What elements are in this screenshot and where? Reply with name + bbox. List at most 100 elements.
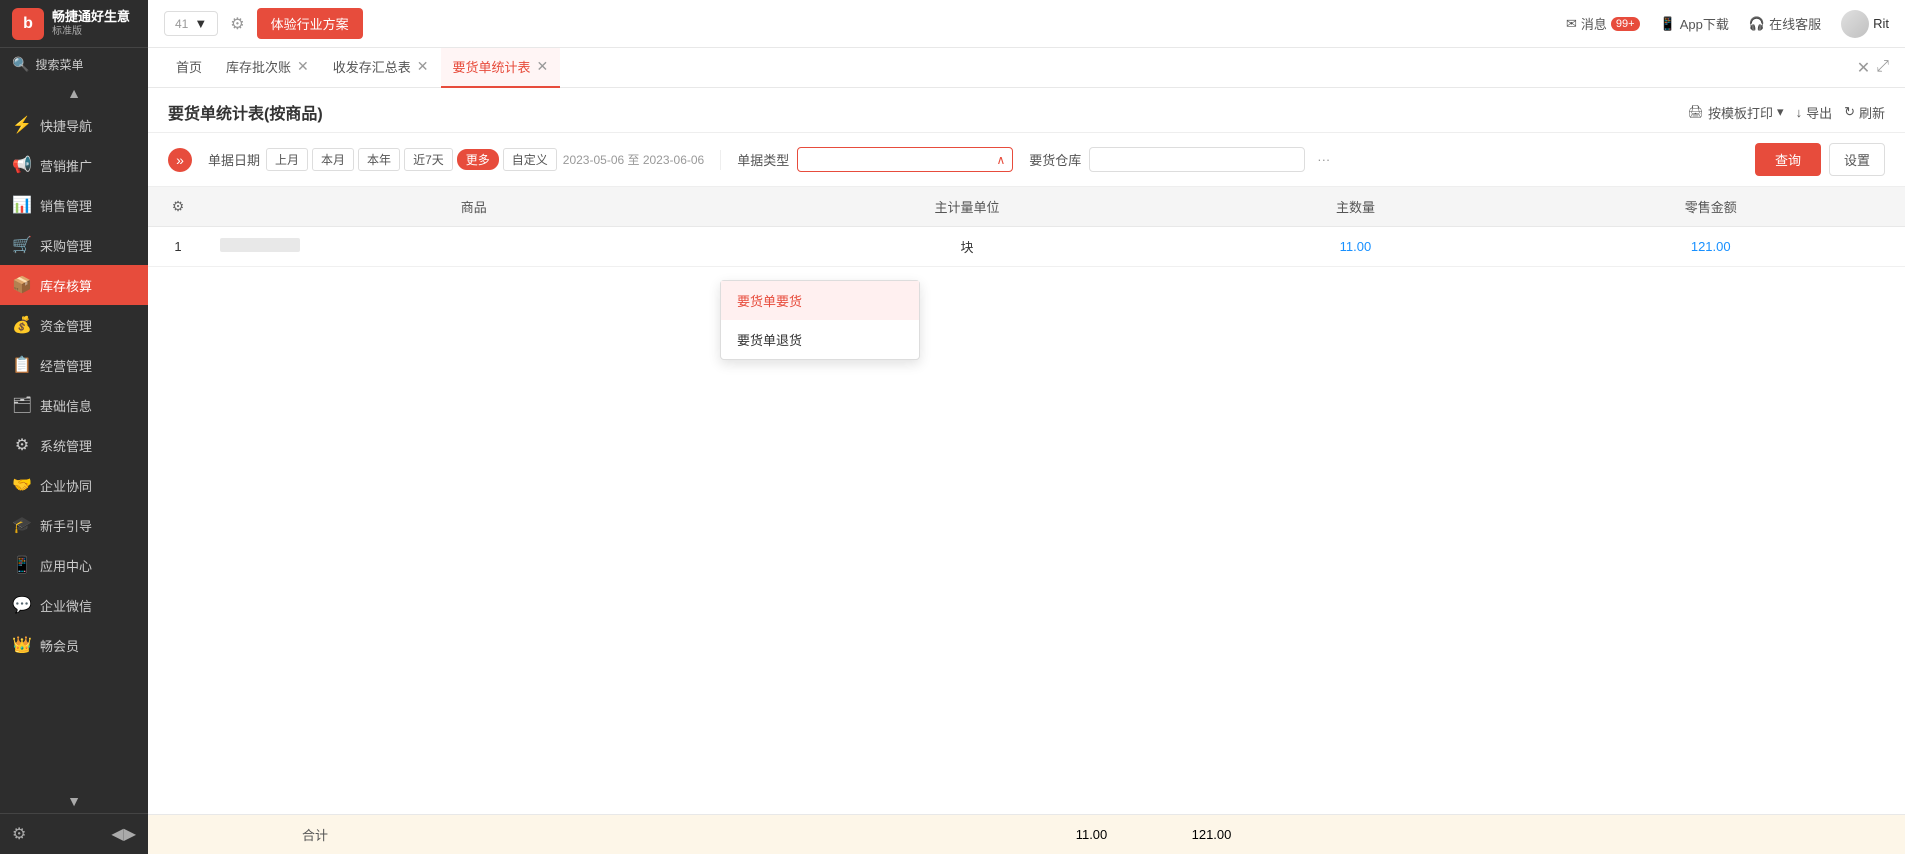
query-btn[interactable]: 查询: [1755, 143, 1821, 176]
tab-batch-account[interactable]: 库存批次账✕: [214, 48, 321, 88]
scroll-down-btn[interactable]: ▼: [0, 789, 148, 813]
tab-home[interactable]: 首页: [164, 48, 214, 88]
print-icon: 🖨: [1688, 104, 1705, 120]
table-header-row: ⚙ 商品 主计量单位 主数量 零售金额: [148, 187, 1905, 227]
date-btn-近7天[interactable]: 近7天: [404, 148, 453, 171]
sidebar-item-cooperation[interactable]: 🤝 企业协同: [0, 465, 148, 505]
app-download-action[interactable]: 📱 App下载: [1660, 14, 1729, 33]
online-service-action[interactable]: 🎧 在线客服: [1749, 14, 1821, 33]
export-btn[interactable]: ↓ 导出: [1796, 103, 1833, 122]
th-settings[interactable]: ⚙: [148, 187, 208, 227]
user-profile[interactable]: Rit: [1841, 10, 1889, 38]
sidebar-item-operations[interactable]: 📋 经营管理: [0, 345, 148, 385]
nav-icon-cooperation: 🤝: [12, 475, 32, 495]
nav-icon-wechat: 💬: [12, 595, 32, 615]
tabs-expand-icon[interactable]: ⤢: [1876, 58, 1889, 78]
filter-bar: » 单据日期 上月本月本年近7天更多自定义 2023-05-06 至 2023-…: [148, 133, 1905, 187]
expand-icon: »: [176, 152, 184, 168]
sidebar-item-quick-nav[interactable]: ⚡ 快捷导航: [0, 105, 148, 145]
tab-close-batch-account[interactable]: ✕: [297, 58, 309, 75]
footer-amount: 121.00: [1152, 827, 1272, 842]
messages-action[interactable]: ✉ 消息 99+: [1566, 14, 1640, 33]
nav-label-sales: 销售管理: [40, 196, 92, 215]
settings-gear-icon[interactable]: ⚙: [230, 14, 244, 34]
page-title: 要货单统计表(按商品): [168, 100, 323, 124]
store-selector[interactable]: 41 ▼: [164, 11, 218, 36]
scroll-down-icon: ▼: [67, 793, 81, 809]
column-settings-icon[interactable]: ⚙: [172, 198, 185, 214]
dropdown-item-order-return[interactable]: 要货单退货: [721, 320, 919, 359]
td-amount: 121.00: [1516, 227, 1905, 267]
td-product: [208, 227, 740, 267]
sidebar-item-basic[interactable]: 🗂 基础信息: [0, 385, 148, 425]
tabs-close-all-icon[interactable]: ✕: [1857, 58, 1870, 78]
sidebar-item-inventory[interactable]: 📦 库存核算: [0, 265, 148, 305]
tab-label-order-summary: 要货单统计表: [453, 57, 531, 76]
settings-icon[interactable]: ⚙: [12, 824, 26, 844]
nav-label-quick-nav: 快捷导航: [40, 116, 92, 135]
nav-label-inventory: 库存核算: [40, 276, 92, 295]
nav-icon-marketing: 📢: [12, 155, 32, 175]
sidebar-item-appstore[interactable]: 📱 应用中心: [0, 545, 148, 585]
tab-order-summary[interactable]: 要货单统计表 ✕: [441, 48, 561, 88]
sidebar-item-marketing[interactable]: 📢 营销推广: [0, 145, 148, 185]
table-head: ⚙ 商品 主计量单位 主数量 零售金额: [148, 187, 1905, 227]
scroll-up-btn[interactable]: ▲: [0, 81, 148, 105]
date-btn-本年[interactable]: 本年: [358, 148, 400, 171]
warehouse-filter-group: 要货仓库 ···: [1029, 147, 1330, 172]
nav-icon-appstore: 📱: [12, 555, 32, 575]
date-btn-上月[interactable]: 上月: [266, 148, 308, 171]
td-quantity: 11.00: [1194, 227, 1516, 267]
date-label: 单据日期: [208, 150, 260, 169]
date-filter-group: 单据日期 上月本月本年近7天更多自定义 2023-05-06 至 2023-06…: [208, 148, 704, 171]
th-unit: 主计量单位: [740, 187, 1195, 227]
date-btn-更多[interactable]: 更多: [457, 149, 499, 170]
nav-label-marketing: 营销推广: [40, 156, 92, 175]
app-icon: 📱: [1660, 16, 1676, 32]
topbar-right: ✉ 消息 99+ 📱 App下载 🎧 在线客服 Rit: [1566, 10, 1889, 38]
filter-divider: [720, 150, 721, 170]
sidebar-item-purchase[interactable]: 🛒 采购管理: [0, 225, 148, 265]
sidebar: b 畅捷通好生意 标准版 🔍 搜索菜单 ▲ ⚡ 快捷导航📢 营销推广📊 销售管理…: [0, 0, 148, 854]
scroll-up-icon: ▲: [67, 85, 81, 101]
nav-icon-basic: 🗂: [12, 395, 32, 415]
warehouse-more-icon[interactable]: ···: [1317, 152, 1330, 167]
tab-close-collection-summary[interactable]: ✕: [417, 58, 429, 75]
nav-label-guide: 新手引导: [40, 516, 92, 535]
logo-icon: b: [12, 8, 44, 40]
settings-btn[interactable]: 设置: [1829, 143, 1885, 176]
nav-label-basic: 基础信息: [40, 396, 92, 415]
tab-collection-summary[interactable]: 收发存汇总表✕: [321, 48, 441, 88]
date-btn-本月[interactable]: 本月: [312, 148, 354, 171]
service-icon: 🎧: [1749, 16, 1765, 32]
date-range: 2023-05-06 至 2023-06-06: [563, 151, 704, 168]
expand-btn[interactable]: »: [168, 148, 192, 172]
sidebar-search[interactable]: 🔍 搜索菜单: [0, 48, 148, 81]
print-template-btn[interactable]: 🖨 按模板打印 ▾: [1688, 103, 1784, 122]
dropdown-item-order-goods[interactable]: 要货单要货: [721, 281, 919, 320]
date-btn-自定义[interactable]: 自定义: [503, 148, 557, 171]
nav-label-system: 系统管理: [40, 436, 92, 455]
warehouse-input[interactable]: [1089, 147, 1305, 172]
table-row: 1 块 11.00 121.00: [148, 227, 1905, 267]
type-select-input[interactable]: [797, 147, 1013, 172]
trial-btn[interactable]: 体验行业方案: [257, 8, 363, 39]
table-footer: 合计 11.00 121.00: [148, 814, 1905, 854]
date-quick-btns: 上月本月本年近7天更多自定义: [266, 148, 557, 171]
nav-label-finance: 资金管理: [40, 316, 92, 335]
sidebar-item-finance[interactable]: 💰 资金管理: [0, 305, 148, 345]
refresh-btn[interactable]: ↻ 刷新: [1844, 103, 1885, 122]
sidebar-item-system[interactable]: ⚙ 系统管理: [0, 425, 148, 465]
sidebar-item-guide[interactable]: 🎓 新手引导: [0, 505, 148, 545]
sidebar-item-wechat[interactable]: 💬 企业微信: [0, 585, 148, 625]
th-amount: 零售金额: [1516, 187, 1905, 227]
td-unit: 块: [740, 227, 1195, 267]
table-body: 1 块 11.00 121.00: [148, 227, 1905, 267]
sidebar-item-sales[interactable]: 📊 销售管理: [0, 185, 148, 225]
dropdown-arrow-icon: ▼: [194, 16, 207, 31]
collapse-icon[interactable]: ◀▶: [111, 824, 136, 844]
nav-label-cooperation: 企业协同: [40, 476, 92, 495]
tab-close-order-summary[interactable]: ✕: [537, 58, 549, 75]
export-icon: ↓: [1796, 105, 1803, 120]
sidebar-item-member[interactable]: 👑 畅会员: [0, 625, 148, 665]
